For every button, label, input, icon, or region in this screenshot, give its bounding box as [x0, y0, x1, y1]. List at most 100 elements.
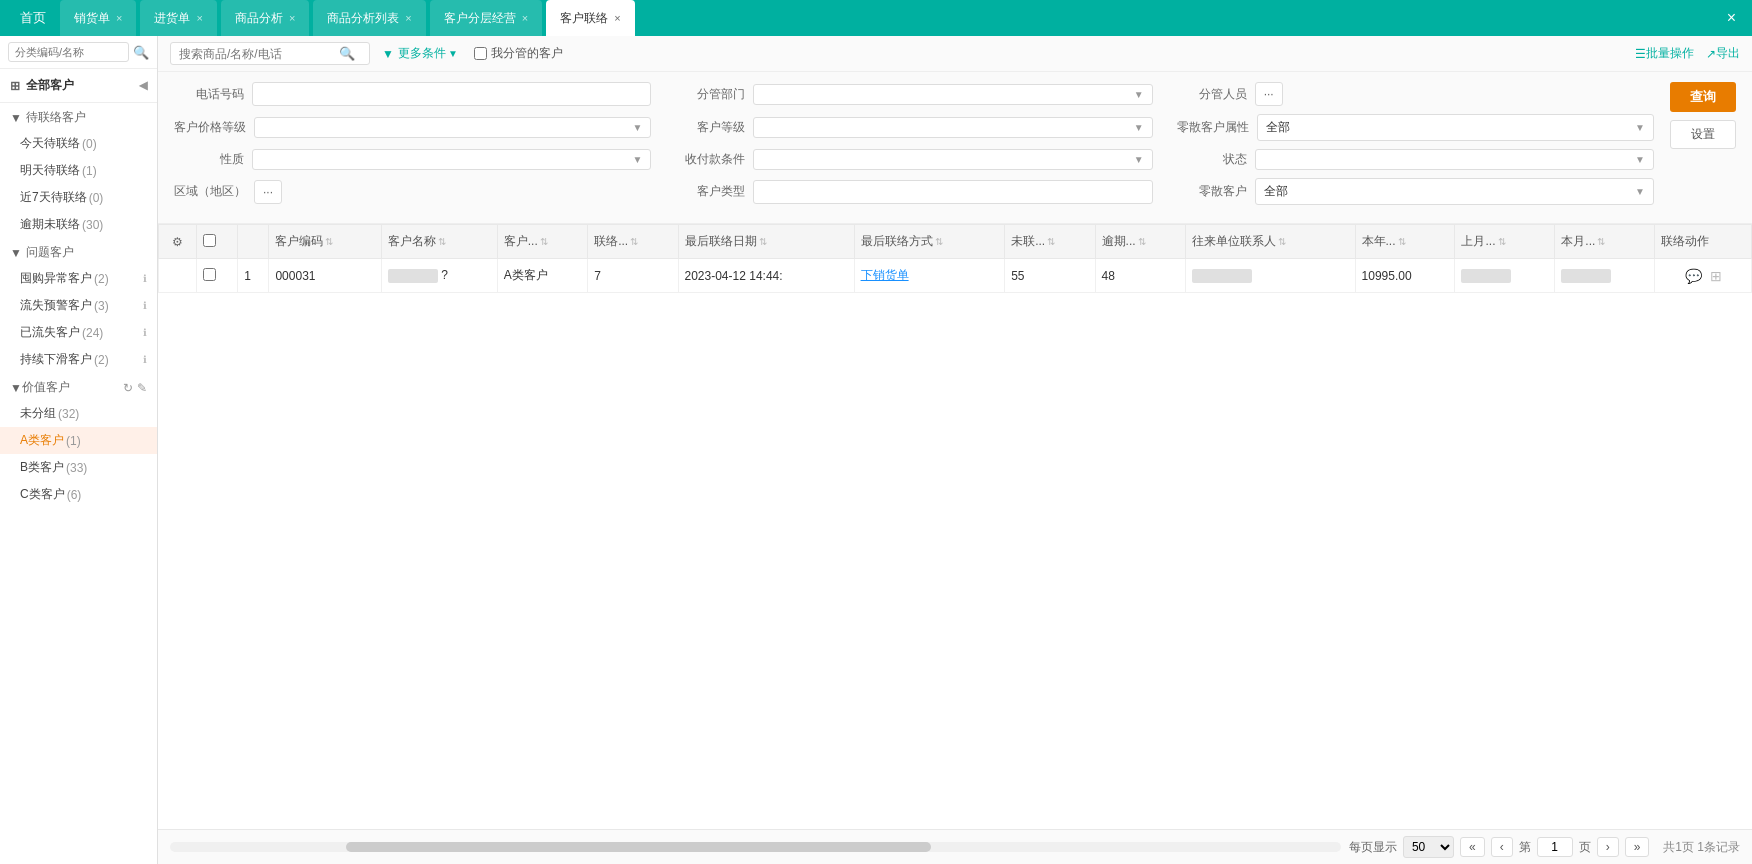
sidebar-item-b-class[interactable]: B类客户 (33) [0, 454, 157, 481]
sidebar-item-hoarding[interactable]: 囤购异常客户 (2) ℹ [0, 265, 157, 292]
col-name[interactable]: 客户名称⇅ [381, 225, 497, 259]
sidebar-item-churn-warning[interactable]: 流失预警客户 (3) ℹ [0, 292, 157, 319]
section-refresh-icon[interactable]: ↻ [123, 381, 133, 395]
nav-tab-purchase[interactable]: 进货单 × [140, 0, 216, 36]
nav-tab-goods-analysis-label: 商品分析 [235, 10, 283, 27]
sidebar-item-declining[interactable]: 持续下滑客户 (2) ℹ [0, 346, 157, 373]
close-all-button[interactable]: × [1719, 9, 1744, 27]
sidebar-all-customers[interactable]: ⊞ 全部客户 ◀ [0, 69, 157, 103]
filter-price-level: 客户价格等级 ▼ [174, 117, 651, 138]
total-records: 共1页 1条记录 [1663, 839, 1740, 856]
filter-nature-select[interactable]: ▼ [252, 149, 651, 170]
export-btn[interactable]: ↗ 导出 [1706, 45, 1740, 62]
nav-tab-customer-segment-close[interactable]: × [522, 12, 528, 24]
nav-tab-goods-list[interactable]: 商品分析列表 × [313, 0, 425, 36]
section-problem-customers[interactable]: ▼ 问题客户 [0, 238, 157, 265]
last-page-btn[interactable]: » [1625, 837, 1650, 857]
query-button[interactable]: 查询 [1670, 82, 1736, 112]
filter-retail-customer-value: 全部 [1264, 183, 1631, 200]
sidebar-item-ungrouped[interactable]: 未分组 (32) [0, 400, 157, 427]
collapse-icon[interactable]: ◀ [139, 79, 147, 92]
col-last-month[interactable]: 上月...⇅ [1455, 225, 1555, 259]
filter-price-level-select[interactable]: ▼ [254, 117, 651, 138]
col-not-contacted[interactable]: 未联...⇅ [1005, 225, 1095, 259]
filter-region-dots[interactable]: ··· [254, 180, 282, 204]
filter-retail-attr-select[interactable]: 全部 ▼ [1257, 114, 1654, 141]
sidebar-item-churned[interactable]: 已流失客户 (24) ℹ [0, 319, 157, 346]
sidebar-item-a-class[interactable]: A类客户 (1) [0, 427, 157, 454]
more-filter-btn[interactable]: ▼ 更多条件 ▼ [382, 45, 458, 62]
next-page-btn[interactable]: › [1597, 837, 1619, 857]
row-action: 💬 ⊞ [1655, 259, 1752, 293]
first-page-btn[interactable]: « [1460, 837, 1485, 857]
nav-tab-sales[interactable]: 销货单 × [60, 0, 136, 36]
filter-phone-input[interactable] [252, 82, 651, 106]
row-this-month [1555, 259, 1655, 293]
nav-tab-customer-contact-close[interactable]: × [614, 12, 620, 24]
filter-customer-level-label: 客户等级 [675, 119, 745, 136]
filter-region-label: 区域（地区） [174, 183, 246, 200]
sort-contact-person: ⇅ [1278, 236, 1286, 247]
action-share-icon[interactable]: ⊞ [1710, 268, 1722, 284]
sidebar-item-overdue[interactable]: 逾期未联络 (30) [0, 211, 157, 238]
sidebar-item-c-class[interactable]: C类客户 (6) [0, 481, 157, 508]
nav-tab-goods-analysis[interactable]: 商品分析 × [221, 0, 309, 36]
filter-manager-dots[interactable]: ··· [1255, 82, 1283, 106]
filter-retail-attr: 零散客户属性 全部 ▼ [1177, 114, 1654, 141]
sidebar-search-icon[interactable]: 🔍 [133, 45, 149, 60]
filter-search-icon[interactable]: 🔍 [339, 46, 355, 61]
sidebar-item-a-class-label: A类客户 [20, 432, 64, 449]
sidebar-item-tomorrow-label: 明天待联络 [20, 162, 80, 179]
nav-tab-goods-analysis-close[interactable]: × [289, 12, 295, 24]
section-pending-label: 待联络客户 [26, 109, 86, 126]
nav-tab-customer-contact[interactable]: 客户联络 × [546, 0, 634, 36]
row-last-date: 2023-04-12 14:44: [678, 259, 854, 293]
row-select-checkbox[interactable] [203, 268, 216, 281]
nav-tab-customer-segment[interactable]: 客户分层经营 × [430, 0, 542, 36]
last-method-link[interactable]: 下销货单 [861, 268, 909, 282]
sidebar-item-7days[interactable]: 近7天待联络 (0) [0, 184, 157, 211]
nav-tab-purchase-close[interactable]: × [196, 12, 202, 24]
col-contact-person[interactable]: 往来单位联系人⇅ [1185, 225, 1355, 259]
nav-home[interactable]: 首页 [8, 9, 58, 27]
col-last-method[interactable]: 最后联络方式⇅ [854, 225, 1005, 259]
filter-dept: 分管部门 ▼ [675, 84, 1152, 105]
col-this-year[interactable]: 本年...⇅ [1355, 225, 1455, 259]
col-settings[interactable]: ⚙ [159, 225, 197, 259]
col-contacts[interactable]: 联络...⇅ [588, 225, 678, 259]
sidebar-item-tomorrow[interactable]: 明天待联络 (1) [0, 157, 157, 184]
batch-op-btn[interactable]: ☰ 批量操作 [1635, 45, 1694, 62]
col-last-date[interactable]: 最后联络日期⇅ [678, 225, 854, 259]
col-this-month[interactable]: 本月...⇅ [1555, 225, 1655, 259]
nav-tab-goods-list-close[interactable]: × [405, 12, 411, 24]
section-problem-arrow: ▼ [10, 246, 22, 260]
nav-tab-sales-close[interactable]: × [116, 12, 122, 24]
filter-retail-customer-select[interactable]: 全部 ▼ [1255, 178, 1654, 205]
my-customer-filter[interactable]: 我分管的客户 [474, 45, 563, 62]
per-page-select[interactable]: 50 100 200 [1403, 836, 1454, 858]
more-filter-chevron: ▼ [448, 48, 458, 59]
filter-customer-type-input[interactable] [753, 180, 1152, 204]
section-value-customers[interactable]: ▼ 价值客户 ↻ ✎ [0, 373, 157, 400]
filter-status-select[interactable]: ▼ [1255, 149, 1654, 170]
section-pending-contact[interactable]: ▼ 待联络客户 [0, 103, 157, 130]
col-level[interactable]: 客户...⇅ [497, 225, 587, 259]
section-edit-icon[interactable]: ✎ [137, 381, 147, 395]
filter-customer-level-chevron: ▼ [1134, 122, 1144, 133]
filter-dept-select[interactable]: ▼ [753, 84, 1152, 105]
filter-customer-level-select[interactable]: ▼ [753, 117, 1152, 138]
filter-search-input[interactable] [179, 47, 339, 61]
scrollbar-area[interactable] [170, 842, 1341, 852]
col-overdue[interactable]: 逾期...⇅ [1095, 225, 1185, 259]
my-customer-checkbox[interactable] [474, 47, 487, 60]
prev-page-btn[interactable]: ‹ [1491, 837, 1513, 857]
select-all-checkbox[interactable] [203, 234, 216, 247]
action-comment-icon[interactable]: 💬 [1685, 268, 1702, 284]
filter-buttons: 查询 设置 [1670, 82, 1736, 149]
col-code[interactable]: 客户编码⇅ [269, 225, 382, 259]
settings-button[interactable]: 设置 [1670, 120, 1736, 149]
page-num-input[interactable] [1537, 837, 1573, 857]
sidebar-search-input[interactable] [8, 42, 129, 62]
filter-payment-select[interactable]: ▼ [753, 149, 1152, 170]
sidebar-item-today[interactable]: 今天待联络 (0) [0, 130, 157, 157]
